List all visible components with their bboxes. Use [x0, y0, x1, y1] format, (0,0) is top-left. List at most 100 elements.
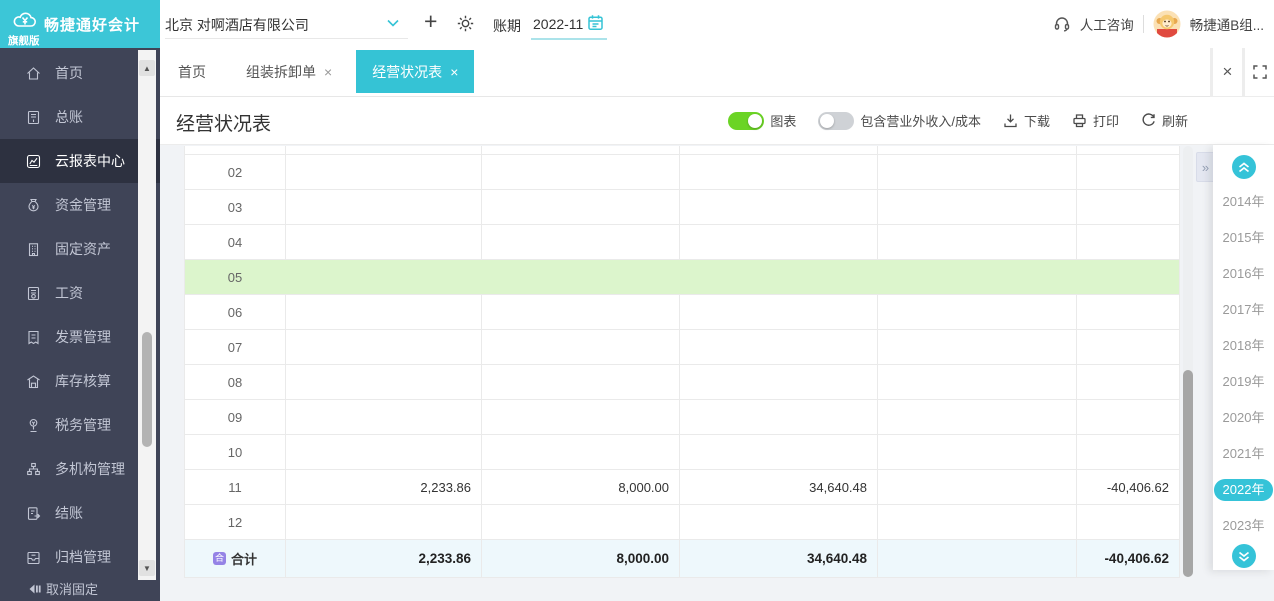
sidebar-item-固定资产[interactable]: 固定资产 — [0, 227, 160, 271]
year-2015年[interactable]: 2015年 — [1223, 220, 1265, 256]
print-button[interactable]: 打印 — [1072, 111, 1119, 130]
value-cell — [878, 470, 1077, 504]
year-panel: 2014年 2015年 2016年 2017年 2018年 2019年 2020年 2021年… — [1213, 145, 1274, 570]
chevron-down-icon[interactable] — [386, 17, 400, 29]
download-button[interactable]: 下载 — [1003, 111, 1050, 130]
value-cell — [1077, 330, 1179, 364]
sidebar-item-工资[interactable]: 工资 — [0, 271, 160, 315]
download-icon — [1004, 114, 1017, 128]
funds-icon — [28, 198, 39, 211]
tab-经营状况表[interactable]: 经营状况表 × — [356, 50, 475, 93]
period-value[interactable]: 2022-11 — [533, 16, 583, 32]
table-row-12[interactable]: 12 — [185, 505, 1179, 540]
value-cell: 34,640.48 — [680, 540, 878, 577]
sidebar-scroll-thumb[interactable] — [142, 332, 152, 447]
sidebar-scrollbar[interactable]: ▲ ▼ — [138, 50, 156, 580]
scroll-down-icon[interactable]: ▼ — [139, 560, 155, 576]
sidebar-item-结账[interactable]: 结账 — [0, 491, 160, 535]
table-row-10[interactable]: 10 — [185, 435, 1179, 470]
sidebar-item-库存核算[interactable]: 库存核算 — [0, 359, 160, 403]
refresh-button[interactable]: 刷新 — [1141, 111, 1188, 130]
year-2022年[interactable]: 2022年 — [1213, 479, 1274, 501]
include-toggle-label: 包含营业外收入/成本 — [860, 114, 981, 129]
sidebar-item-label: 首页 — [55, 65, 83, 81]
value-cell — [1077, 190, 1179, 224]
sidebar-item-label: 归档管理 — [55, 549, 111, 565]
table-row-03[interactable]: 03 — [185, 190, 1179, 225]
table-row-11[interactable]: 11 2,233.86 8,000.00 34,640.48 -40,406.62 — [185, 470, 1179, 505]
table-row-04[interactable]: 04 — [185, 225, 1179, 260]
value-cell: 8,000.00 — [482, 470, 680, 504]
value-cell — [878, 155, 1077, 189]
support-label[interactable]: 人工咨询 — [1080, 14, 1134, 34]
sidebar-item-云报表中心[interactable]: 云报表中心 — [0, 139, 160, 183]
value-cell — [878, 146, 1077, 154]
value-cell — [286, 155, 482, 189]
total-badge-icon: 合 — [212, 552, 226, 565]
years-scroll-up-button[interactable] — [1231, 155, 1256, 179]
sidebar-item-税务管理[interactable]: 税务管理 — [0, 403, 160, 447]
value-cell — [1077, 295, 1179, 329]
table-row-02[interactable]: 02 — [185, 155, 1179, 190]
year-2020年[interactable]: 2020年 — [1223, 400, 1265, 436]
table-row-05[interactable]: 05 — [185, 260, 1179, 295]
value-cell: -40,406.62 — [1106, 479, 1169, 495]
tab-组装拆卸单[interactable]: 组装拆卸单 × — [230, 48, 348, 96]
value-cell — [680, 435, 878, 469]
year-2019年[interactable]: 2019年 — [1223, 364, 1265, 400]
year-2018年[interactable]: 2018年 — [1223, 328, 1265, 364]
value-cell — [482, 260, 680, 294]
year-2014年[interactable]: 2014年 — [1223, 184, 1265, 220]
table-row-07[interactable]: 07 — [185, 330, 1179, 365]
user-name[interactable]: 畅捷通B组... — [1190, 14, 1264, 34]
sidebar-item-发票管理[interactable]: 发票管理 — [0, 315, 160, 359]
company-name[interactable]: 北京 对啊酒店有限公司 — [165, 15, 309, 35]
table-scroll-thumb[interactable] — [1183, 370, 1193, 577]
years-scroll-down-button[interactable] — [1231, 544, 1256, 568]
sidebar-item-总账[interactable]: 总账 — [0, 95, 160, 139]
sidebar-item-首页[interactable]: 首页 — [0, 51, 160, 95]
row-number-cell: 09 — [185, 400, 286, 434]
value-cell — [1077, 365, 1179, 399]
value-cell — [1077, 146, 1179, 154]
sidebar-item-多机构管理[interactable]: 多机构管理 — [0, 447, 160, 491]
table-scrollbar[interactable] — [1183, 146, 1193, 577]
close-all-tabs-button[interactable]: × — [1213, 48, 1242, 96]
value-cell — [680, 400, 878, 434]
tab-close-icon[interactable]: × — [450, 64, 458, 80]
headset-icon[interactable] — [1053, 15, 1071, 33]
add-button[interactable]: + — [424, 8, 437, 35]
year-2016年[interactable]: 2016年 — [1223, 256, 1265, 292]
sidebar-item-label: 发票管理 — [55, 329, 111, 345]
table-row-06[interactable]: 06 — [185, 295, 1179, 330]
chart-toggle[interactable] — [728, 111, 765, 130]
avatar[interactable] — [1153, 10, 1181, 38]
year-2021年[interactable]: 2021年 — [1223, 436, 1265, 472]
app-logo: 畅捷通好会计 旗舰版 — [0, 0, 160, 48]
table-row-08[interactable]: 08 — [185, 365, 1179, 400]
tab-首页[interactable]: 首页 — [162, 48, 222, 96]
print-icon — [1073, 114, 1086, 128]
calendar-icon[interactable] — [587, 14, 604, 31]
fullscreen-button[interactable] — [1245, 48, 1274, 96]
tab-label: 组装拆卸单 — [246, 64, 316, 80]
include-nonoperating-toggle[interactable] — [818, 111, 855, 130]
value-cell — [878, 400, 1077, 434]
sidebar-item-资金管理[interactable]: 资金管理 — [0, 183, 160, 227]
year-2017年[interactable]: 2017年 — [1223, 292, 1265, 328]
row-number-cell: 02 — [185, 155, 286, 189]
value-cell — [482, 365, 680, 399]
cloud-yuan-icon — [11, 9, 39, 31]
total-label: 合计 — [230, 552, 257, 567]
gear-icon[interactable] — [456, 14, 475, 33]
year-2023年[interactable]: 2023年 — [1223, 508, 1265, 544]
topbar: 畅捷通好会计 旗舰版 北京 对啊酒店有限公司 + 账期 2022-11 人工咨询 — [0, 0, 1274, 48]
value-cell — [878, 365, 1077, 399]
unpin-button[interactable]: 取消固定 — [28, 579, 98, 598]
scroll-up-icon[interactable]: ▲ — [139, 60, 155, 76]
tab-close-icon[interactable]: × — [324, 64, 332, 80]
tab-label: 经营状况表 — [372, 63, 443, 80]
sidebar-item-归档管理[interactable]: 归档管理 — [0, 535, 160, 579]
table-row-09[interactable]: 09 — [185, 400, 1179, 435]
archive-icon — [27, 551, 40, 564]
